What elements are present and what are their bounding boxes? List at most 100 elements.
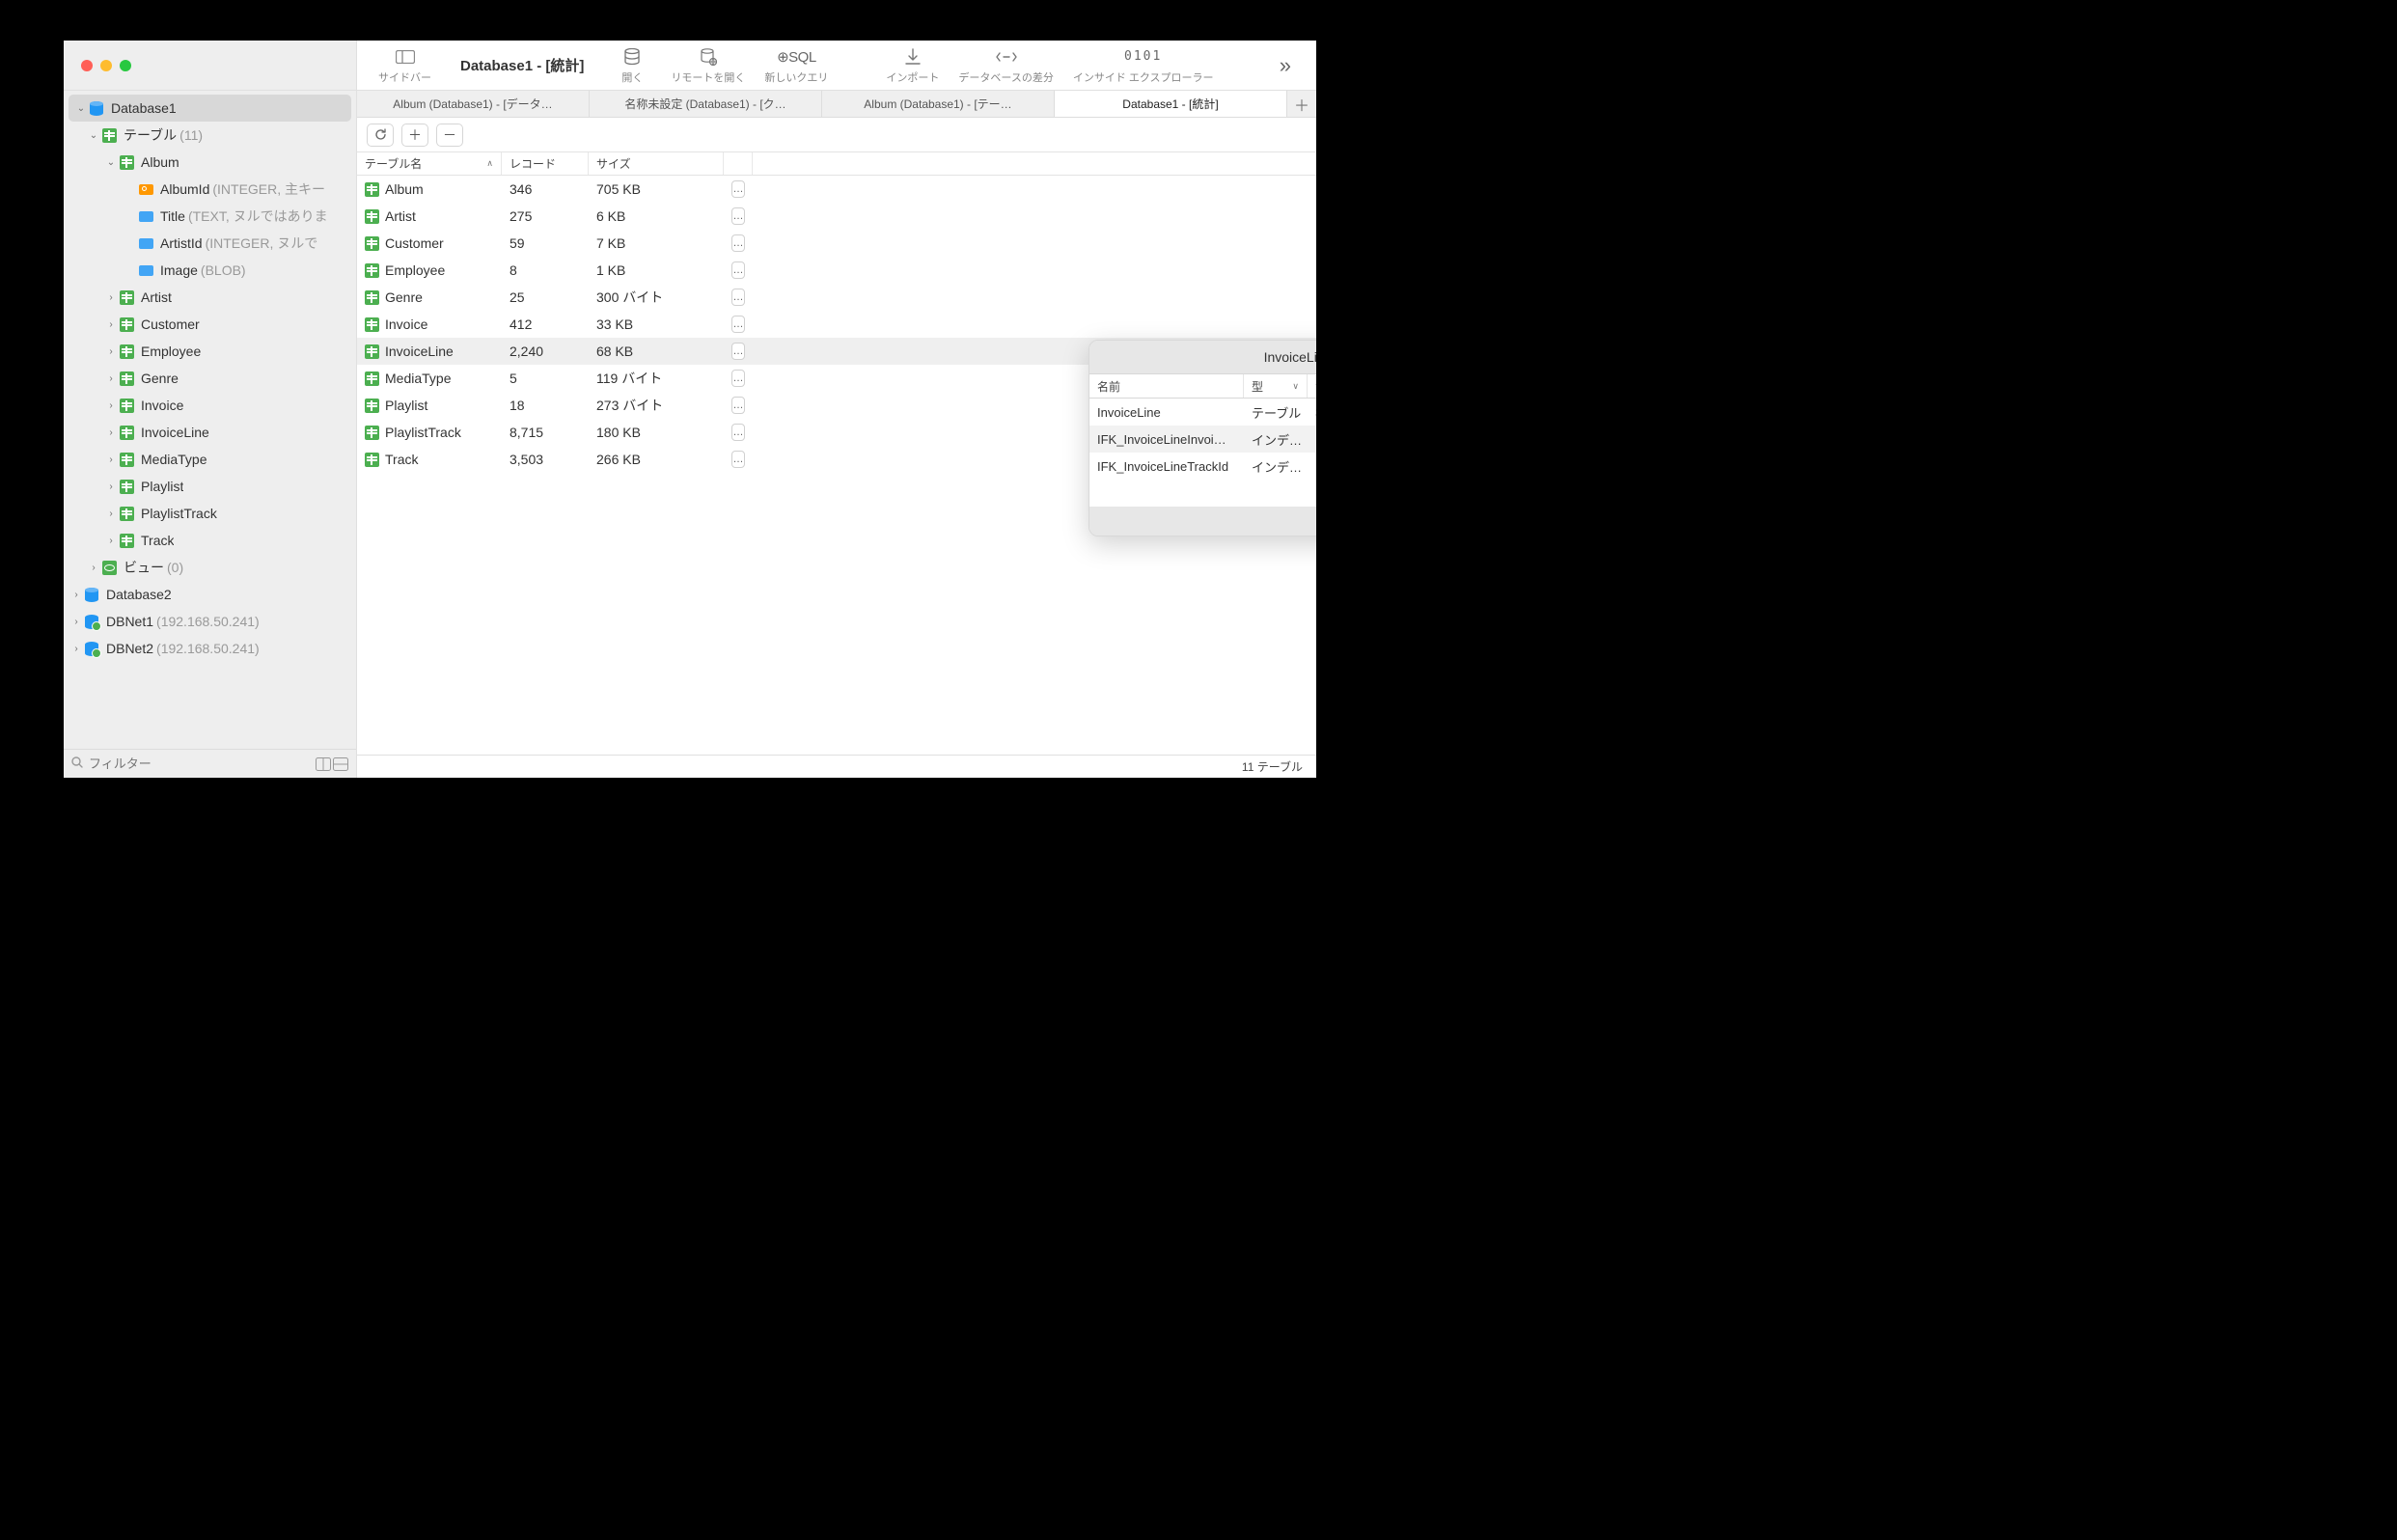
close-button[interactable] [81, 60, 93, 71]
column-header-name[interactable]: テーブル名∧ [357, 152, 502, 175]
disclosure-icon[interactable]: › [104, 454, 118, 465]
tree-table-invoice[interactable]: › Invoice [64, 392, 356, 419]
table-row[interactable]: Album 346 705 KB … [357, 176, 1316, 203]
tree-suffix: (BLOB) [201, 262, 246, 278]
add-button[interactable]: ＋ [401, 124, 428, 147]
tree-dbnet2[interactable]: › DBNet2 (192.168.50.241) [64, 635, 356, 662]
disclosure-icon[interactable]: › [104, 481, 118, 492]
row-more-button[interactable]: … [731, 289, 745, 306]
filter-input[interactable] [89, 756, 310, 771]
table-icon [365, 236, 379, 251]
table-row[interactable]: Invoice 412 33 KB … [357, 311, 1316, 338]
cell-size: 273 バイト [589, 396, 724, 415]
sidebar-view-toggles[interactable] [316, 757, 348, 771]
toolbar-overflow-button[interactable]: » [1266, 53, 1305, 78]
cell-size: 33 KB [589, 316, 724, 332]
tree-table-track[interactable]: › Track [64, 527, 356, 554]
new-tab-button[interactable]: ＋ [1287, 91, 1316, 117]
row-more-button[interactable]: … [731, 424, 745, 441]
popover-cell-size: 15 KB [1308, 453, 1316, 480]
minimize-button[interactable] [100, 60, 112, 71]
tree-table-playlist[interactable]: › Playlist [64, 473, 356, 500]
disclosure-icon[interactable]: › [104, 427, 118, 438]
cell-records: 18 [502, 398, 589, 413]
row-more-button[interactable]: … [731, 451, 745, 468]
row-more-button[interactable]: … [731, 234, 745, 252]
tree-column-artistid[interactable]: ArtistId (INTEGER, ヌルで [64, 230, 356, 257]
tree-label: ビュー [124, 558, 164, 577]
disclosure-icon[interactable]: › [69, 644, 83, 654]
tree-column-albumid[interactable]: AlbumId (INTEGER, 主キー [64, 176, 356, 203]
disclosure-icon[interactable]: › [104, 373, 118, 384]
row-more-button[interactable]: … [731, 207, 745, 225]
table-row[interactable]: Employee 8 1 KB … [357, 257, 1316, 284]
disclosure-icon[interactable]: ⌄ [104, 157, 118, 168]
tree-column-title[interactable]: Title (TEXT, ヌルではありま [64, 203, 356, 230]
disclosure-icon[interactable]: ⌄ [74, 103, 88, 114]
row-more-button[interactable]: … [731, 370, 745, 387]
refresh-button[interactable] [367, 124, 394, 147]
tree-table-employee[interactable]: › Employee [64, 338, 356, 365]
column-headers: テーブル名∧ レコード サイズ [357, 152, 1316, 176]
tree-tables-group[interactable]: ⌄ テーブル (11) [64, 122, 356, 149]
popover-row[interactable]: InvoiceLine テーブル 39 KB 56.6% [1089, 399, 1316, 426]
table-row[interactable]: Customer 59 7 KB … [357, 230, 1316, 257]
tab-1[interactable]: 名称未設定 (Database1) - [ク… [590, 91, 822, 117]
disclosure-icon[interactable]: › [69, 617, 83, 627]
disclosure-icon[interactable]: › [104, 400, 118, 411]
remove-button[interactable]: － [436, 124, 463, 147]
sort-desc-icon: ∨ [1292, 381, 1299, 392]
popover-col-name[interactable]: 名前 [1089, 374, 1244, 398]
tree-dbnet1[interactable]: › DBNet1 (192.168.50.241) [64, 608, 356, 635]
tree-table-invoiceline[interactable]: › InvoiceLine [64, 419, 356, 446]
inside-explorer-button[interactable]: 0101 インサイド エクスプローラー [1063, 46, 1224, 85]
popover-col-size[interactable]: サイズ [1308, 374, 1316, 398]
disclosure-icon[interactable]: › [104, 346, 118, 357]
table-icon [365, 290, 379, 305]
tree-database1[interactable]: ⌄ Database1 [69, 95, 351, 122]
row-more-button[interactable]: … [731, 261, 745, 279]
row-more-button[interactable]: … [731, 397, 745, 414]
binary-icon: 0101 [1124, 46, 1162, 68]
tree-table-mediatype[interactable]: › MediaType [64, 446, 356, 473]
open-button[interactable]: 開く [603, 46, 661, 85]
database-tree[interactable]: ⌄ Database1 ⌄ テーブル (11) ⌄ Album AlbumId … [64, 91, 356, 749]
disclosure-icon[interactable]: › [104, 319, 118, 330]
row-more-button[interactable]: … [731, 343, 745, 360]
row-more-button[interactable]: … [731, 180, 745, 198]
tree-table-artist[interactable]: › Artist [64, 284, 356, 311]
row-more-button[interactable]: … [731, 316, 745, 333]
disclosure-icon[interactable]: › [104, 536, 118, 546]
disclosure-icon[interactable]: › [104, 509, 118, 519]
tree-views-group[interactable]: › ビュー (0) [64, 554, 356, 581]
disclosure-icon[interactable]: ⌄ [87, 130, 100, 141]
popover-row[interactable]: IFK_InvoiceLineInvoi… インデ… 15 KB 21.3% [1089, 426, 1316, 453]
table-row[interactable]: Artist 275 6 KB … [357, 203, 1316, 230]
cell-records: 8 [502, 262, 589, 278]
tree-table-genre[interactable]: › Genre [64, 365, 356, 392]
tab-0[interactable]: Album (Database1) - [データ… [357, 91, 590, 117]
toggle-sidebar-button[interactable]: サイドバー [369, 46, 441, 85]
import-button[interactable]: インポート [876, 46, 949, 85]
tree-column-image[interactable]: Image (BLOB) [64, 257, 356, 284]
disclosure-icon[interactable]: › [87, 563, 100, 573]
new-query-button[interactable]: ⊕SQL 新しいクエリ [755, 46, 838, 85]
popover-col-type[interactable]: 型∨ [1244, 374, 1308, 398]
tree-table-album[interactable]: ⌄ Album [64, 149, 356, 176]
popover-row[interactable]: IFK_InvoiceLineTrackId インデ… 15 KB 22.1% [1089, 453, 1316, 480]
disclosure-icon[interactable]: › [104, 292, 118, 303]
tab-3[interactable]: Database1 - [統計] [1055, 91, 1287, 117]
tab-2[interactable]: Album (Database1) - [テー… [822, 91, 1055, 117]
database-diff-button[interactable]: データベースの差分 [949, 46, 1062, 85]
popover-cell-type: インデ… [1244, 426, 1308, 453]
column-header-records[interactable]: レコード [502, 152, 589, 175]
tree-table-customer[interactable]: › Customer [64, 311, 356, 338]
maximize-button[interactable] [120, 60, 131, 71]
disclosure-icon[interactable]: › [69, 590, 83, 600]
tree-label: Track [141, 533, 174, 548]
column-header-size[interactable]: サイズ [589, 152, 724, 175]
tree-database2[interactable]: › Database2 [64, 581, 356, 608]
table-row[interactable]: Genre 25 300 バイト … [357, 284, 1316, 311]
open-remote-button[interactable]: リモートを開く [661, 46, 755, 85]
tree-table-playlisttrack[interactable]: › PlaylistTrack [64, 500, 356, 527]
